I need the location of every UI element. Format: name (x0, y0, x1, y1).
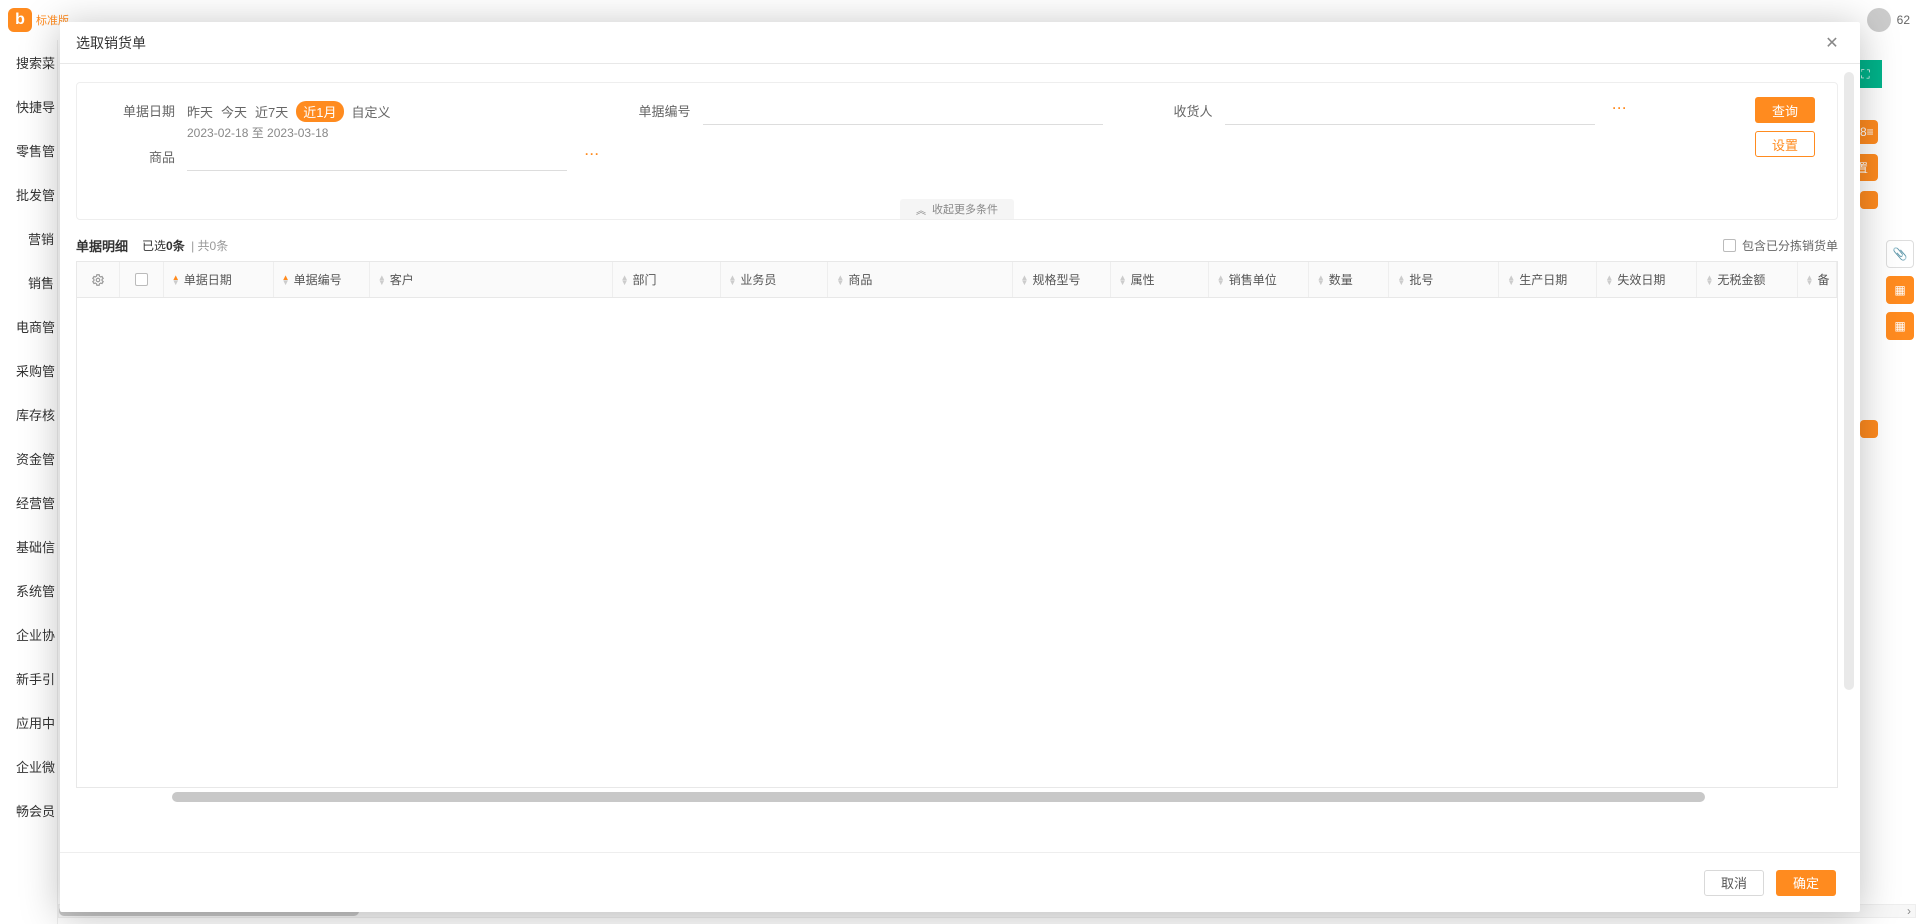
filter-receiver: 收货人 ··· (1143, 101, 1628, 141)
filter-docno: 单据编号 (621, 101, 1103, 141)
filter-receiver-label: 收货人 (1143, 101, 1213, 123)
sort-icon: ▲▼ (378, 275, 386, 285)
sort-icon: ▲▼ (1507, 275, 1515, 285)
column-header[interactable]: ▲▼ 单据编号 (274, 262, 370, 297)
filter-product: 商品 ··· (105, 147, 600, 187)
column-header[interactable]: ▲▼ 销售单位 (1209, 262, 1309, 297)
date-quick-option[interactable]: 近7天 (255, 102, 288, 121)
sort-icon: ▲▼ (1605, 275, 1613, 285)
column-label: 部门 (633, 271, 657, 288)
column-label: 无税金额 (1717, 271, 1765, 288)
filter-docno-label: 单据编号 (621, 101, 691, 123)
modal-footer: 取消 确定 (60, 852, 1860, 912)
column-header[interactable]: ▲▼ 失效日期 (1597, 262, 1697, 297)
column-header[interactable]: ▲▼ 生产日期 (1499, 262, 1597, 297)
collapse-label: 收起更多条件 (932, 201, 998, 217)
column-label: 批号 (1409, 271, 1433, 288)
include-dispatched-label: 包含已分拣销货单 (1742, 237, 1838, 254)
selection-summary: 已选0条 | 共0条 (142, 237, 228, 254)
filter-date: 单据日期 昨天今天近7天近1月自定义 2023-02-18 至 2023-03-… (105, 101, 391, 141)
date-quick-picks: 昨天今天近7天近1月自定义 (187, 101, 391, 122)
filter-date-label: 单据日期 (105, 101, 175, 123)
column-header[interactable]: ▲▼ 数量 (1309, 262, 1390, 297)
table-horizontal-scrollbar[interactable] (76, 790, 1838, 804)
chevron-up-icon: ︽ (916, 202, 926, 217)
include-dispatched-checkbox[interactable] (1723, 239, 1736, 252)
column-header[interactable]: ▲▼ 批号 (1389, 262, 1499, 297)
table-body (77, 298, 1837, 788)
sort-icon: ▲▼ (1021, 275, 1029, 285)
column-header[interactable]: ▲▼备 (1798, 262, 1837, 297)
column-label: 商品 (848, 271, 872, 288)
date-quick-option[interactable]: 昨天 (187, 102, 213, 121)
sort-icon: ▲▼ (621, 275, 629, 285)
column-label: 销售单位 (1229, 271, 1277, 288)
gear-icon (91, 273, 105, 287)
sort-icon: ▲▼ (172, 275, 180, 285)
sort-icon: ▲▼ (1806, 275, 1814, 285)
settings-button[interactable]: 设置 (1755, 131, 1815, 157)
ok-button[interactable]: 确定 (1776, 870, 1836, 896)
column-header[interactable]: ▲▼ 无税金额 (1697, 262, 1797, 297)
modal-title: 选取销货单 (76, 33, 146, 53)
column-label: 失效日期 (1617, 271, 1665, 288)
column-label: 客户 (390, 271, 414, 288)
date-range-text: 2023-02-18 至 2023-03-18 (187, 124, 391, 141)
column-header[interactable]: ▲▼ 商品 (828, 262, 1012, 297)
sort-icon: ▲▼ (1317, 275, 1325, 285)
column-label: 属性 (1131, 271, 1155, 288)
column-label: 业务员 (740, 271, 776, 288)
modal-body: 单据日期 昨天今天近7天近1月自定义 2023-02-18 至 2023-03-… (60, 64, 1860, 852)
filter-panel: 单据日期 昨天今天近7天近1月自定义 2023-02-18 至 2023-03-… (76, 82, 1838, 220)
sort-icon: ▲▼ (729, 275, 737, 285)
column-header[interactable]: ▲▼ 单据日期 (164, 262, 274, 297)
column-label: 规格型号 (1032, 271, 1080, 288)
sort-icon: ▲▼ (1705, 275, 1713, 285)
receiver-more-icon[interactable]: ··· (1613, 101, 1628, 115)
modal-vertical-scrollbar[interactable] (1844, 72, 1854, 844)
sort-icon: ▲▼ (1217, 275, 1225, 285)
column-label: 生产日期 (1519, 271, 1567, 288)
modal-overlay: 选取销货单 ✕ 单据日期 昨天今天近7天近1月自定义 2023-02-18 至 … (0, 0, 1920, 924)
column-label: 数量 (1329, 271, 1353, 288)
product-input[interactable] (187, 147, 567, 171)
sort-icon: ▲▼ (1397, 275, 1405, 285)
sort-icon: ▲▼ (1119, 275, 1127, 285)
date-quick-option[interactable]: 近1月 (296, 101, 343, 122)
select-sales-order-modal: 选取销货单 ✕ 单据日期 昨天今天近7天近1月自定义 2023-02-18 至 … (60, 22, 1860, 912)
sort-icon: ▲▼ (282, 275, 290, 285)
column-header[interactable]: ▲▼规格型号 (1013, 262, 1111, 297)
cancel-button[interactable]: 取消 (1704, 870, 1764, 896)
date-quick-option[interactable]: 自定义 (352, 102, 391, 121)
results-table: ▲▼单据日期▲▼单据编号▲▼客户▲▼部门▲▼业务员▲▼商品▲▼规格型号▲▼属性▲… (76, 261, 1838, 788)
modal-header: 选取销货单 ✕ (60, 22, 1860, 64)
table-scroll-thumb[interactable] (172, 792, 1705, 802)
column-header[interactable]: ▲▼ 客户 (370, 262, 613, 297)
table-header: ▲▼单据日期▲▼单据编号▲▼客户▲▼部门▲▼业务员▲▼商品▲▼规格型号▲▼属性▲… (77, 262, 1837, 298)
list-toolbar: 单据明细 已选0条 | 共0条 包含已分拣销货单 (76, 236, 1838, 255)
column-header[interactable]: ▲▼ 部门 (613, 262, 721, 297)
sort-icon: ▲▼ (836, 275, 844, 285)
close-icon[interactable]: ✕ (1820, 31, 1844, 55)
column-header[interactable]: ▲▼ 属性 (1111, 262, 1209, 297)
checkbox-icon[interactable] (135, 273, 148, 286)
column-label: 单据编号 (294, 271, 342, 288)
receiver-input[interactable] (1225, 101, 1595, 125)
select-all-checkbox[interactable] (120, 262, 163, 297)
column-label: 备 (1817, 271, 1829, 288)
filter-product-label: 商品 (105, 147, 175, 169)
modal-scroll-thumb[interactable] (1844, 72, 1854, 690)
search-button[interactable]: 查询 (1755, 97, 1815, 123)
product-more-icon[interactable]: ··· (585, 147, 600, 161)
collapse-filters-button[interactable]: ︽ 收起更多条件 (900, 199, 1014, 219)
docno-input[interactable] (703, 101, 1103, 125)
column-header[interactable]: ▲▼业务员 (721, 262, 829, 297)
column-config-button[interactable] (77, 262, 120, 297)
column-label: 单据日期 (184, 271, 232, 288)
tab-detail[interactable]: 单据明细 (76, 236, 128, 255)
date-quick-option[interactable]: 今天 (221, 102, 247, 121)
